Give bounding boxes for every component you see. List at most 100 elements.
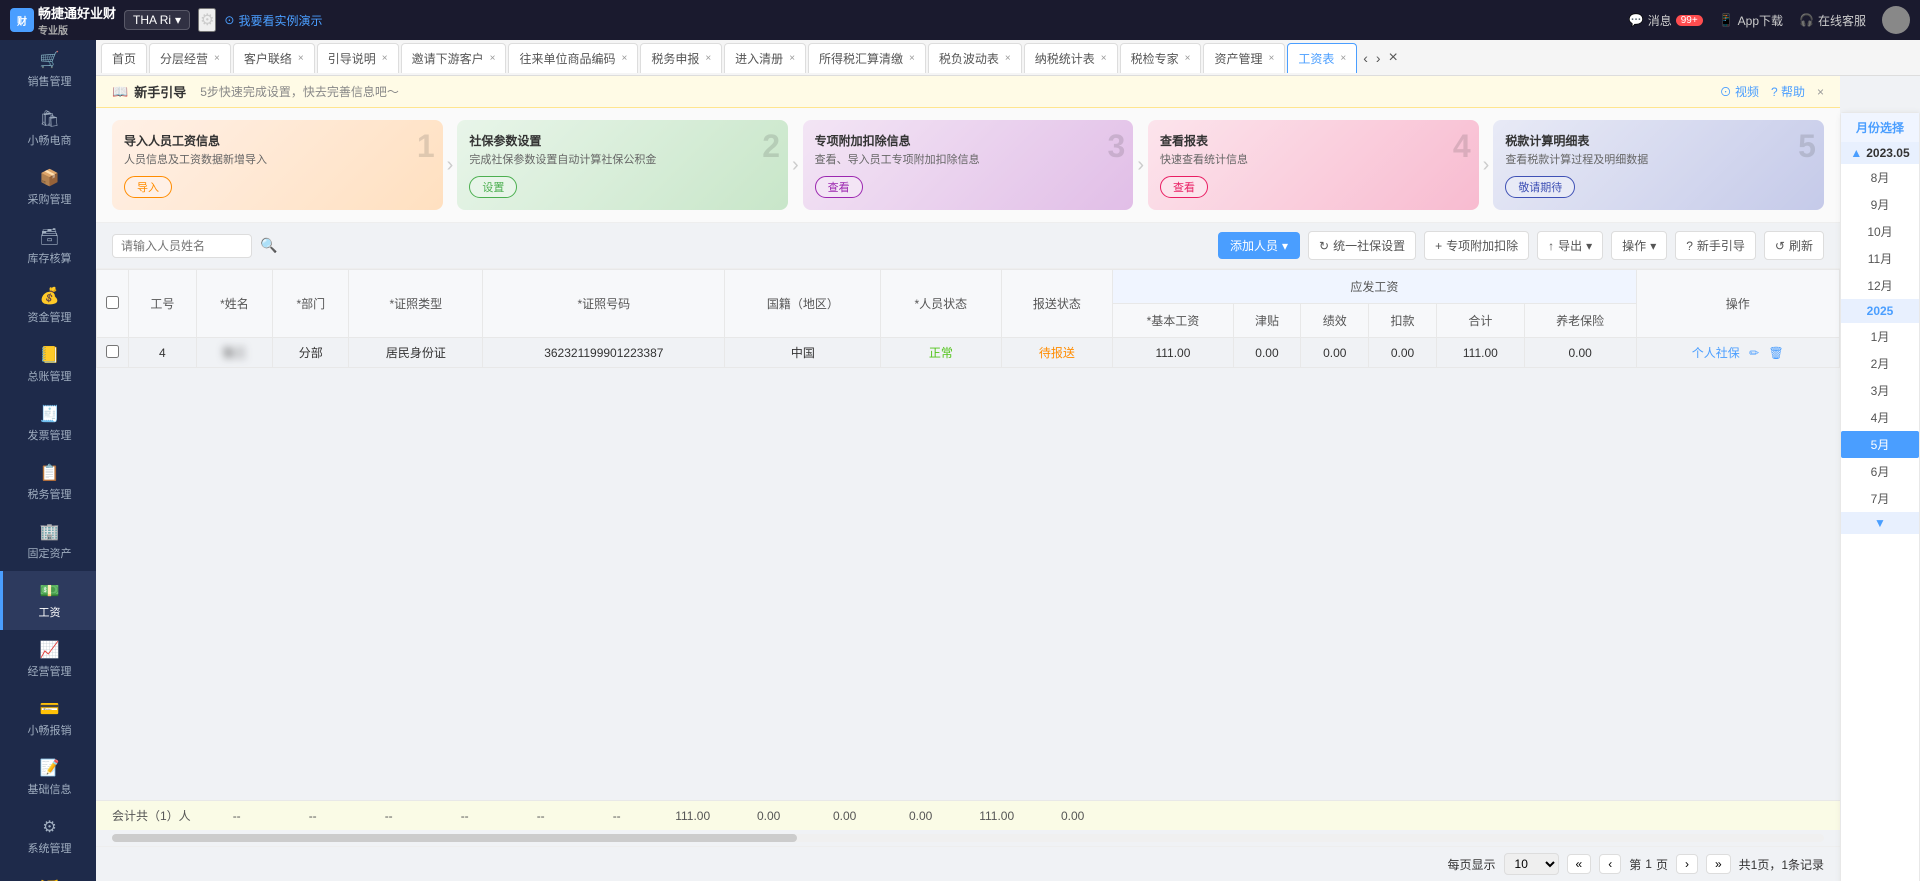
company-selector[interactable]: THA Ri ▾: [124, 10, 190, 30]
month-item-4[interactable]: 4月: [1841, 404, 1919, 431]
guide-close-icon[interactable]: ×: [1817, 85, 1824, 99]
tab-tax-stat[interactable]: 纳税统计表×: [1024, 43, 1118, 73]
tab-tax-expert[interactable]: 税检专家×: [1120, 43, 1202, 73]
refresh-button[interactable]: ↺ 刷新: [1764, 231, 1824, 260]
tab-close-icon[interactable]: ×: [214, 53, 220, 64]
tab-close-icon[interactable]: ×: [382, 53, 388, 64]
special-deduction-button[interactable]: + 专项附加扣除: [1424, 231, 1529, 260]
sidebar-item-tax[interactable]: 📋税务管理: [0, 453, 96, 512]
tab-close-icon[interactable]: ×: [705, 53, 711, 64]
month-item-8[interactable]: 8月: [1841, 164, 1919, 191]
tab-close-icon[interactable]: ×: [1340, 53, 1346, 64]
step-view-btn-4[interactable]: 查看: [1160, 176, 1208, 198]
guide-button[interactable]: ? 新手引导: [1675, 231, 1756, 260]
next-page-btn[interactable]: ›: [1676, 854, 1698, 874]
tab-close-icon[interactable]: ×: [1268, 53, 1274, 64]
month-up-btn[interactable]: ▲: [1850, 146, 1862, 160]
sidebar-item-sales[interactable]: 🛒销售管理: [0, 40, 96, 99]
tab-tax-exempt[interactable]: 税负波动表×: [928, 43, 1022, 73]
select-all-checkbox[interactable]: [106, 296, 119, 309]
guide-help-btn[interactable]: ? 帮助: [1771, 83, 1805, 100]
step-setup-btn[interactable]: 设置: [469, 176, 517, 198]
prev-page-btn[interactable]: ‹: [1599, 854, 1621, 874]
scroll-thumb[interactable]: [112, 834, 797, 842]
add-employee-button[interactable]: 添加人员 ▾: [1218, 232, 1300, 259]
sidebar-item-ecommerce[interactable]: 🛍小畅电商: [0, 99, 96, 158]
sidebar-item-inventory[interactable]: 🗃库存核算: [0, 217, 96, 276]
tab-close-icon[interactable]: ×: [1101, 53, 1107, 64]
tab-tax-report[interactable]: 税务申报×: [640, 43, 722, 73]
month-item-9[interactable]: 9月: [1841, 191, 1919, 218]
tab-prev-btn[interactable]: ‹: [1359, 50, 1372, 66]
online-service-btn[interactable]: 🎧 在线客服: [1799, 12, 1866, 29]
sidebar-item-coop[interactable]: 🤝企业协同: [0, 866, 96, 881]
app-download-btn[interactable]: 📱 App下载: [1719, 12, 1783, 29]
tab-segment[interactable]: 分层经营×: [149, 43, 231, 73]
month-item-2[interactable]: 2月: [1841, 350, 1919, 377]
month-item-1[interactable]: 1月: [1841, 323, 1919, 350]
step-import-btn[interactable]: 导入: [124, 176, 172, 198]
message-btn[interactable]: 💬 消息 99+: [1629, 12, 1703, 29]
tab-close-icon[interactable]: ×: [1185, 53, 1191, 64]
sidebar-item-invoice[interactable]: 🧾发票管理: [0, 394, 96, 453]
export-button[interactable]: ↑ 导出 ▾: [1537, 231, 1603, 260]
tab-clearance[interactable]: 进入清册×: [724, 43, 806, 73]
edit-action[interactable]: ✏: [1749, 346, 1759, 360]
settings-icon-btn[interactable]: ⚙: [198, 8, 216, 32]
footer-total-total: 111.00: [967, 809, 1027, 823]
td-pension: 0.00: [1524, 338, 1636, 368]
tab-customer[interactable]: 客户联络×: [233, 43, 315, 73]
sidebar-item-label: 小畅报销: [28, 722, 72, 738]
last-page-btn[interactable]: »: [1706, 854, 1731, 874]
demo-link[interactable]: ⊙ 我要看实例演示: [224, 12, 322, 29]
sidebar-item-xc-sales[interactable]: 💳小畅报销: [0, 689, 96, 748]
tab-close-icon[interactable]: ×: [621, 53, 627, 64]
tab-close-icon[interactable]: ×: [909, 53, 915, 64]
avatar[interactable]: [1882, 6, 1910, 34]
sidebar-item-purchase[interactable]: 📦采购管理: [0, 158, 96, 217]
tab-invite[interactable]: 邀请下游客户×: [401, 43, 507, 73]
step-view-btn-3[interactable]: 查看: [815, 176, 863, 198]
sidebar-item-finance[interactable]: 💰资金管理: [0, 276, 96, 335]
tab-close-icon[interactable]: ×: [298, 53, 304, 64]
social-security-button[interactable]: ↻ 统一社保设置: [1308, 231, 1416, 260]
purchase-icon: 📦: [40, 168, 60, 188]
search-button[interactable]: 🔍: [260, 237, 277, 254]
footer-performance-total: 0.00: [815, 809, 875, 823]
first-page-btn[interactable]: «: [1567, 854, 1592, 874]
personal-tax-action[interactable]: 个人社保: [1692, 346, 1740, 360]
sidebar-item-general[interactable]: 📒总账管理: [0, 335, 96, 394]
month-item-12[interactable]: 12月: [1841, 272, 1919, 299]
tab-guide[interactable]: 引导说明×: [317, 43, 399, 73]
page-size-select[interactable]: 10 20 50 100: [1504, 853, 1559, 875]
tab-supplier[interactable]: 往来单位商品编码×: [508, 43, 638, 73]
tax-icon: 📋: [40, 463, 60, 483]
month-down-btn[interactable]: ▼: [1874, 516, 1886, 530]
inventory-icon: 🗃: [39, 227, 59, 247]
month-item-10[interactable]: 10月: [1841, 218, 1919, 245]
month-item-7[interactable]: 7月: [1841, 485, 1919, 512]
tab-close-all-btn[interactable]: ×: [1385, 49, 1402, 67]
tab-close-icon[interactable]: ×: [789, 53, 795, 64]
tab-next-btn[interactable]: ›: [1372, 50, 1385, 66]
sidebar-item-assets[interactable]: 🏢固定资产: [0, 512, 96, 571]
month-item-5[interactable]: 5月: [1841, 431, 1919, 458]
delete-action[interactable]: 🗑: [1769, 346, 1784, 360]
month-item-6[interactable]: 6月: [1841, 458, 1919, 485]
guide-video-btn[interactable]: ⊙ 视频: [1720, 83, 1759, 100]
row-checkbox[interactable]: [106, 345, 119, 358]
tab-home[interactable]: 首页: [101, 43, 147, 73]
sidebar-item-operations[interactable]: 📈经营管理: [0, 630, 96, 689]
sidebar-item-basic[interactable]: 📝基础信息: [0, 748, 96, 807]
month-item-11[interactable]: 11月: [1841, 245, 1919, 272]
tab-payroll[interactable]: 工资表×: [1287, 43, 1357, 73]
search-input[interactable]: [112, 234, 252, 258]
tab-close-icon[interactable]: ×: [490, 53, 496, 64]
sidebar-item-system[interactable]: ⚙系统管理: [0, 807, 96, 866]
tab-close-icon[interactable]: ×: [1005, 53, 1011, 64]
operations-button[interactable]: 操作 ▾: [1611, 231, 1667, 260]
tab-tax-calc[interactable]: 所得税汇算清缴×: [808, 43, 926, 73]
tab-asset-mgmt[interactable]: 资产管理×: [1203, 43, 1285, 73]
month-item-3[interactable]: 3月: [1841, 377, 1919, 404]
sidebar-item-payroll[interactable]: 💵工资: [0, 571, 96, 630]
